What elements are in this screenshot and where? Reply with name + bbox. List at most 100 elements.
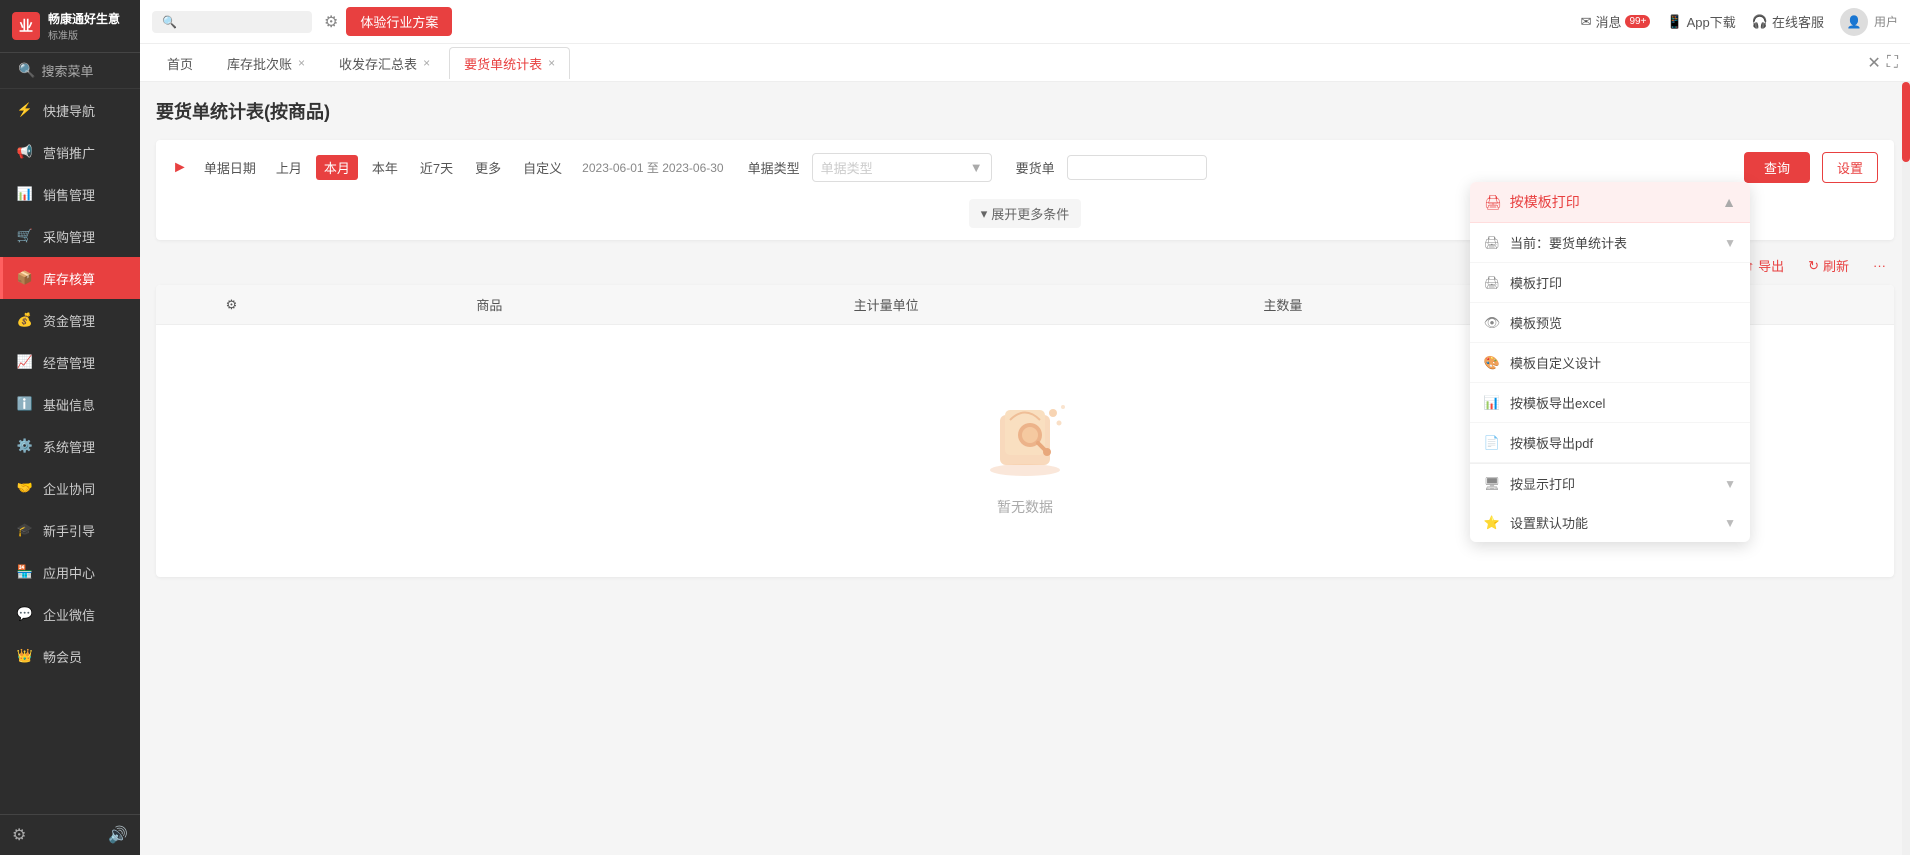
search-icon: 🔍	[18, 62, 35, 79]
sidebar-item-operation[interactable]: 📈 经营管理	[0, 341, 140, 383]
cargo-input[interactable]	[1067, 155, 1207, 180]
date-btn-more[interactable]: 更多	[467, 155, 509, 180]
sidebar-item-system[interactable]: ⚙️ 系统管理	[0, 425, 140, 467]
sidebar-item-quick-nav[interactable]: ⚡ 快捷导航	[0, 89, 140, 131]
messages-item[interactable]: ✉ 消息 99+	[1581, 12, 1651, 31]
tab-collection-summary-label: 收发存汇总表	[339, 54, 417, 73]
messages-badge: 99+	[1625, 15, 1650, 28]
order-type-arrow-icon: ▼	[970, 160, 983, 175]
user-avatar-item[interactable]: 👤 用户	[1840, 8, 1898, 36]
sidebar-item-sales[interactable]: 📊 销售管理	[0, 173, 140, 215]
search-menu-item[interactable]: 🔍 搜索菜单	[0, 53, 140, 89]
collab-icon: 🤝	[15, 478, 35, 498]
tab-inventory-batch-close[interactable]: ×	[298, 56, 305, 70]
sidebar-item-label: 应用中心	[43, 563, 95, 582]
dropdown-current-template[interactable]: 🖨 当前：要货单统计表 ▼	[1470, 223, 1750, 263]
dropdown-template-export-pdf[interactable]: 📄 按模板导出pdf	[1470, 423, 1750, 463]
empty-icon	[975, 385, 1075, 485]
trial-btn[interactable]: 体验行业方案	[346, 7, 452, 36]
sidebar-logo: 业 畅康通好生意 标准版	[0, 0, 140, 53]
sidebar-item-finance[interactable]: 💰 资金管理	[0, 299, 140, 341]
topbar: 🔍 ⚙ 体验行业方案 ✉ 消息 99+ 📱 App下载 🎧 在线客服 👤	[140, 0, 1910, 44]
basic-icon: ℹ️	[15, 394, 35, 414]
topbar-search-box[interactable]: 🔍	[152, 11, 312, 33]
more-actions-btn[interactable]: ···	[1865, 254, 1894, 277]
sidebar-item-guide[interactable]: 🎓 新手引导	[0, 509, 140, 551]
tab-inventory-batch[interactable]: 库存批次账 ×	[212, 47, 320, 79]
template-current-icon: 🖨	[1484, 235, 1500, 251]
sidebar-item-inventory[interactable]: 📦 库存核算	[0, 257, 140, 299]
dropdown-header-title: 🖨 按模板打印	[1484, 192, 1580, 212]
empty-text: 暂无数据	[997, 497, 1053, 517]
date-range-text: 2023-06-01 至 2023-06-30	[582, 159, 723, 176]
sidebar-item-appstore[interactable]: 🏪 应用中心	[0, 551, 140, 593]
guide-icon: 🎓	[15, 520, 35, 540]
date-btn-last-7-days[interactable]: 近7天	[412, 155, 461, 180]
order-type-select[interactable]: 单据类型 ▼	[812, 153, 992, 182]
tab-inventory-batch-label: 库存批次账	[227, 54, 292, 73]
dropdown-header: 🖨 按模板打印 ▲	[1470, 182, 1750, 223]
topbar-left: 🔍 ⚙ 体验行业方案	[152, 7, 1581, 36]
sidebar-item-wechat[interactable]: 💬 企业微信	[0, 593, 140, 635]
sidebar-item-member[interactable]: 👑 畅会员	[0, 635, 140, 677]
sidebar-item-basic[interactable]: ℹ️ 基础信息	[0, 383, 140, 425]
dropdown-template-design[interactable]: 🎨 模板自定义设计	[1470, 343, 1750, 383]
tab-order-summary-close[interactable]: ×	[548, 56, 555, 70]
online-service-item[interactable]: 🎧 在线客服	[1752, 12, 1824, 31]
date-btn-custom[interactable]: 自定义	[515, 155, 570, 180]
sidebar-item-label: 企业微信	[43, 605, 95, 624]
dropdown-title-text: 按模板打印	[1510, 192, 1580, 212]
tabs-expand-btn[interactable]: ⛶	[1887, 54, 1898, 72]
sidebar-item-purchase[interactable]: 🛒 采购管理	[0, 215, 140, 257]
dropdown-collapse-btn[interactable]: ▲	[1722, 194, 1736, 210]
th-quantity: 主数量	[1085, 295, 1482, 314]
dropdown-template-preview[interactable]: 👁 模板预览	[1470, 303, 1750, 343]
sidebar-item-label: 新手引导	[43, 521, 95, 540]
more-icon: ···	[1873, 258, 1886, 273]
cargo-label: 要货单	[1016, 158, 1055, 177]
template-preview-icon: 👁	[1484, 315, 1500, 331]
dropdown-display-print[interactable]: 🖥 按显示打印 ▼	[1470, 464, 1750, 503]
date-btn-this-month[interactable]: 本月	[316, 155, 358, 180]
order-type-label: 单据类型	[748, 158, 800, 177]
sidebar-item-label: 采购管理	[43, 227, 95, 246]
topbar-search-icon: 🔍	[162, 15, 177, 29]
filter-toggle-icon[interactable]: ►	[172, 159, 188, 177]
template-print-icon: 🖨	[1484, 275, 1500, 291]
dropdown-current-arrow: ▼	[1724, 236, 1736, 250]
sidebar-item-collab[interactable]: 🤝 企业协同	[0, 467, 140, 509]
date-btn-prev-month[interactable]: 上月	[268, 155, 310, 180]
dropdown-template-print[interactable]: 🖨 模板打印	[1470, 263, 1750, 303]
expand-more-btn[interactable]: ▾ 展开更多条件	[969, 199, 1082, 228]
app-download-icon: 📱	[1666, 14, 1682, 30]
date-btn-this-year[interactable]: 本年	[364, 155, 406, 180]
sidebar-item-label: 营销推广	[43, 143, 95, 162]
settings-bottom-icon[interactable]: ⚙	[12, 825, 26, 845]
tab-order-summary[interactable]: 要货单统计表 ×	[449, 47, 570, 79]
page-title: 要货单统计表(按商品)	[156, 98, 1894, 124]
query-btn[interactable]: 查询	[1744, 152, 1810, 183]
tab-collection-summary[interactable]: 收发存汇总表 ×	[324, 47, 445, 79]
app-download-item[interactable]: 📱 App下载	[1666, 12, 1735, 31]
sales-icon: 📊	[15, 184, 35, 204]
sidebar-item-marketing[interactable]: 📢 营销推广	[0, 131, 140, 173]
expand-btn-label: 展开更多条件	[991, 204, 1069, 223]
audio-bottom-icon[interactable]: 🔊	[108, 825, 128, 845]
dropdown-set-default[interactable]: ⭐ 设置默认功能 ▼	[1470, 503, 1750, 542]
topbar-gear-icon[interactable]: ⚙	[324, 12, 338, 32]
dropdown-template-export-excel[interactable]: 📊 按模板导出excel	[1470, 383, 1750, 423]
topbar-right: ✉ 消息 99+ 📱 App下载 🎧 在线客服 👤 用户	[1581, 8, 1898, 36]
settings-btn[interactable]: 设置	[1822, 152, 1878, 183]
online-service-icon: 🎧	[1752, 14, 1768, 30]
refresh-btn[interactable]: ↻ 刷新	[1800, 252, 1857, 279]
online-service-label: 在线客服	[1772, 12, 1824, 31]
tab-collection-summary-close[interactable]: ×	[423, 56, 430, 70]
scrollbar-thumb[interactable]	[1902, 82, 1910, 162]
order-type-select-value: 单据类型	[821, 158, 873, 177]
system-icon: ⚙️	[15, 436, 35, 456]
tabs-close-btn[interactable]: ✕	[1867, 53, 1880, 73]
sidebar-item-label: 企业协同	[43, 479, 95, 498]
quick-nav-icon: ⚡	[15, 100, 35, 120]
th-settings[interactable]: ⚙	[172, 297, 291, 313]
tab-home[interactable]: 首页	[152, 47, 208, 79]
